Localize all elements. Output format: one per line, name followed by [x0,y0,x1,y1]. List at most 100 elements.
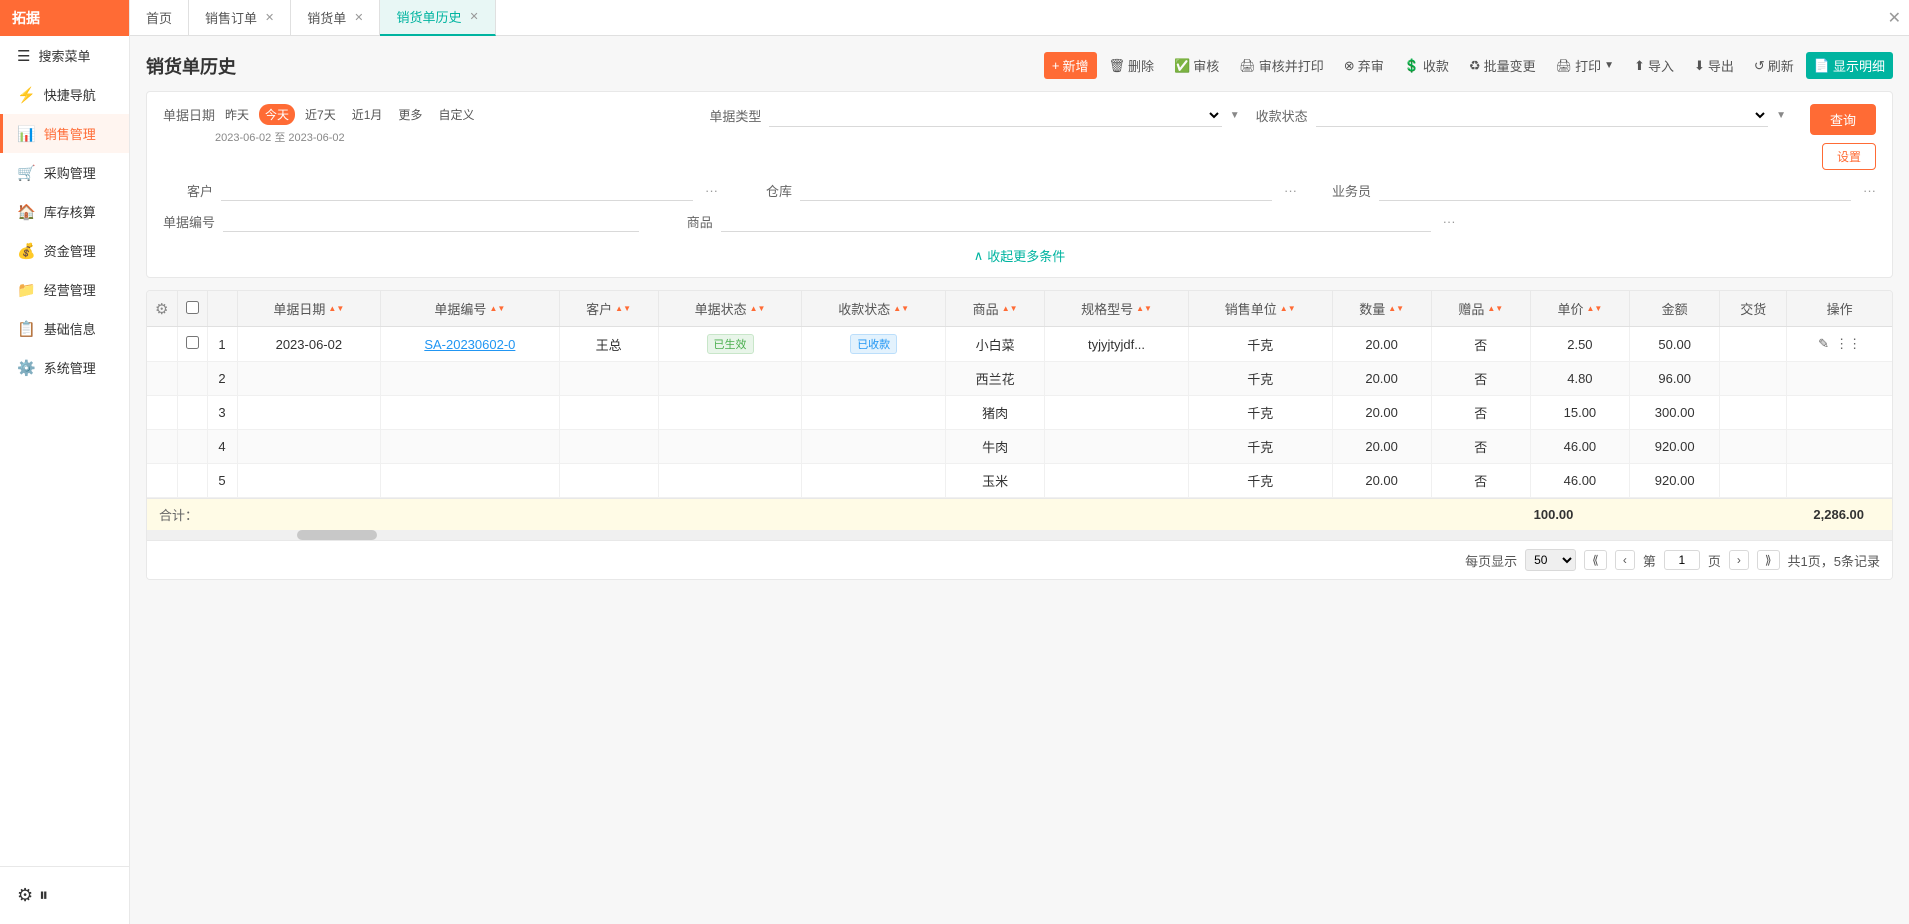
sidebar-item-finance-mgmt[interactable]: 💰 资金管理 [0,231,129,270]
sidebar-item-quick-nav[interactable]: ⚡ 快捷导航 [0,75,129,114]
col-goods[interactable]: 商品 ▲▼ [946,291,1045,327]
col-unit[interactable]: 销售单位 ▲▼ [1188,291,1332,327]
top-tabs: 首页 销售订单 ✕ 销货单 ✕ 销货单历史 ✕ ✕ [130,0,1909,36]
print-button[interactable]: 🖨 打印 ▼ [1548,52,1622,79]
date-shortcut-7days[interactable]: 近7天 [299,104,342,125]
table-settings-icon[interactable]: ⚙ [155,301,168,318]
date-shortcut-custom[interactable]: 自定义 [432,104,480,125]
row-action[interactable] [1787,464,1892,498]
col-customer[interactable]: 客户 ▲▼ [559,291,658,327]
audit-icon: ✅ [1174,58,1190,74]
date-shortcut-1month[interactable]: 近1月 [346,104,389,125]
prev-page-button[interactable]: ‹ [1615,550,1635,570]
row-goods: 玉米 [946,464,1045,498]
edit-row-icon[interactable]: ✎ [1818,336,1829,351]
query-button[interactable]: 查询 [1810,104,1876,135]
col-doc-date[interactable]: 单据日期 ▲▼ [237,291,381,327]
delete-button[interactable]: 🗑 删除 [1101,52,1163,79]
row-seq: 2 [207,362,237,396]
more-row-icon[interactable]: ⋮⋮ [1835,336,1861,351]
doc-type-select[interactable] [769,104,1221,127]
close-tab-sales-history[interactable]: ✕ [470,10,479,23]
horizontal-scrollbar[interactable] [147,530,1892,540]
close-tab-sales-order[interactable]: ✕ [265,11,274,24]
salesperson-input[interactable] [1379,180,1851,201]
show-detail-button[interactable]: 📄 显示明细 [1806,52,1893,79]
row-doc-status [658,464,802,498]
row-action[interactable] [1787,430,1892,464]
tab-sales-history[interactable]: 销货单历史 ✕ [380,0,495,36]
col-checkbox[interactable] [177,291,207,327]
sidebar-item-biz-mgmt[interactable]: 📁 经营管理 [0,270,129,309]
import-button[interactable]: ⬆ 导入 [1626,52,1682,79]
sidebar-item-settings-bottom[interactable]: ⚙ ⏸ [0,875,129,916]
add-button[interactable]: + 新增 [1044,52,1097,79]
page-number-input[interactable] [1664,550,1700,570]
abandon-button[interactable]: ⊗ 弃审 [1336,52,1392,79]
row-unit: 千克 [1188,396,1332,430]
col-unit-price[interactable]: 单价 ▲▼ [1530,291,1629,327]
sidebar-item-search-menu[interactable]: ☰ 搜索菜单 [0,36,129,75]
payment-status-select[interactable] [1316,104,1768,127]
sidebar-item-basic-info[interactable]: 📋 基础信息 [0,309,129,348]
collapse-filter-row[interactable]: ∧ 收起更多条件 [163,242,1876,265]
audit-button[interactable]: ✅ 审核 [1166,52,1227,79]
tab-sales-order[interactable]: 销售订单 ✕ [189,0,291,36]
row-doc-no[interactable] [381,396,559,430]
row-action[interactable] [1787,396,1892,430]
col-settings[interactable]: ⚙ [147,291,177,327]
collect-button[interactable]: 💲 收款 [1396,52,1457,79]
sidebar-item-purchase-mgmt[interactable]: 🛒 采购管理 [0,153,129,192]
sidebar-item-sales-mgmt[interactable]: 📊 销售管理 [0,114,129,153]
row-checkbox-input[interactable] [186,336,199,349]
first-page-button[interactable]: ⟪ [1584,550,1607,570]
col-gift[interactable]: 赠品 ▲▼ [1431,291,1530,327]
page-size-select[interactable]: 50 100 [1525,549,1576,571]
scroll-thumb[interactable] [297,530,377,540]
select-all-checkbox[interactable] [186,301,199,314]
doc-no-link[interactable]: SA-20230602-0 [424,337,515,352]
row-gift: 否 [1431,362,1530,396]
sidebar-item-label: 基础信息 [44,319,96,338]
col-doc-status[interactable]: 单据状态 ▲▼ [658,291,802,327]
tab-sales-goods[interactable]: 销货单 ✕ [291,0,380,36]
col-qty[interactable]: 数量 ▲▼ [1332,291,1431,327]
row-doc-no[interactable] [381,362,559,396]
audit-print-button[interactable]: 🖨 审核并打印 [1231,52,1332,79]
row-spec [1045,396,1189,430]
refresh-button[interactable]: ↺ 刷新 [1746,52,1802,79]
last-page-button[interactable]: ⟫ [1757,550,1780,570]
warehouse-input[interactable] [800,180,1272,201]
col-doc-no[interactable]: 单据编号 ▲▼ [381,291,559,327]
tab-home[interactable]: 首页 [130,0,189,36]
sidebar-item-sys-mgmt[interactable]: ⚙️ 系统管理 [0,348,129,387]
batch-change-button[interactable]: ♻ 批量变更 [1461,52,1544,79]
row-action[interactable] [1787,362,1892,396]
row-unit: 千克 [1188,430,1332,464]
row-doc-no[interactable] [381,464,559,498]
col-spec[interactable]: 规格型号 ▲▼ [1045,291,1189,327]
sidebar-item-inventory[interactable]: 🏠 库存核算 [0,192,129,231]
set-button[interactable]: 设置 [1822,143,1876,170]
salesperson-picker-icon[interactable]: ··· [1863,183,1876,198]
row-doc-no[interactable] [381,430,559,464]
goods-picker-icon[interactable]: ··· [1443,214,1456,229]
page-size-label: 每页显示 [1465,551,1517,570]
date-shortcut-today[interactable]: 今天 [259,104,295,125]
doc-no-input[interactable] [223,211,639,232]
warehouse-picker-icon[interactable]: ··· [1284,183,1297,198]
row-action[interactable]: ✎ ⋮⋮ [1787,327,1892,362]
row-unit-price: 46.00 [1530,464,1629,498]
date-shortcut-more[interactable]: 更多 [392,104,428,125]
customer-picker-icon[interactable]: ··· [705,183,718,198]
date-shortcut-yesterday[interactable]: 昨天 [219,104,255,125]
row-doc-no[interactable]: SA-20230602-0 [381,327,559,362]
next-page-button[interactable]: › [1729,550,1749,570]
close-tab-sales-goods[interactable]: ✕ [354,11,363,24]
export-button[interactable]: ⬇ 导出 [1686,52,1742,79]
col-payment-status[interactable]: 收款状态 ▲▼ [802,291,946,327]
goods-input[interactable] [721,211,1431,232]
customer-input[interactable] [221,180,693,201]
close-all-tabs[interactable]: ✕ [1888,8,1909,28]
show-detail-icon: 📄 [1814,58,1830,74]
